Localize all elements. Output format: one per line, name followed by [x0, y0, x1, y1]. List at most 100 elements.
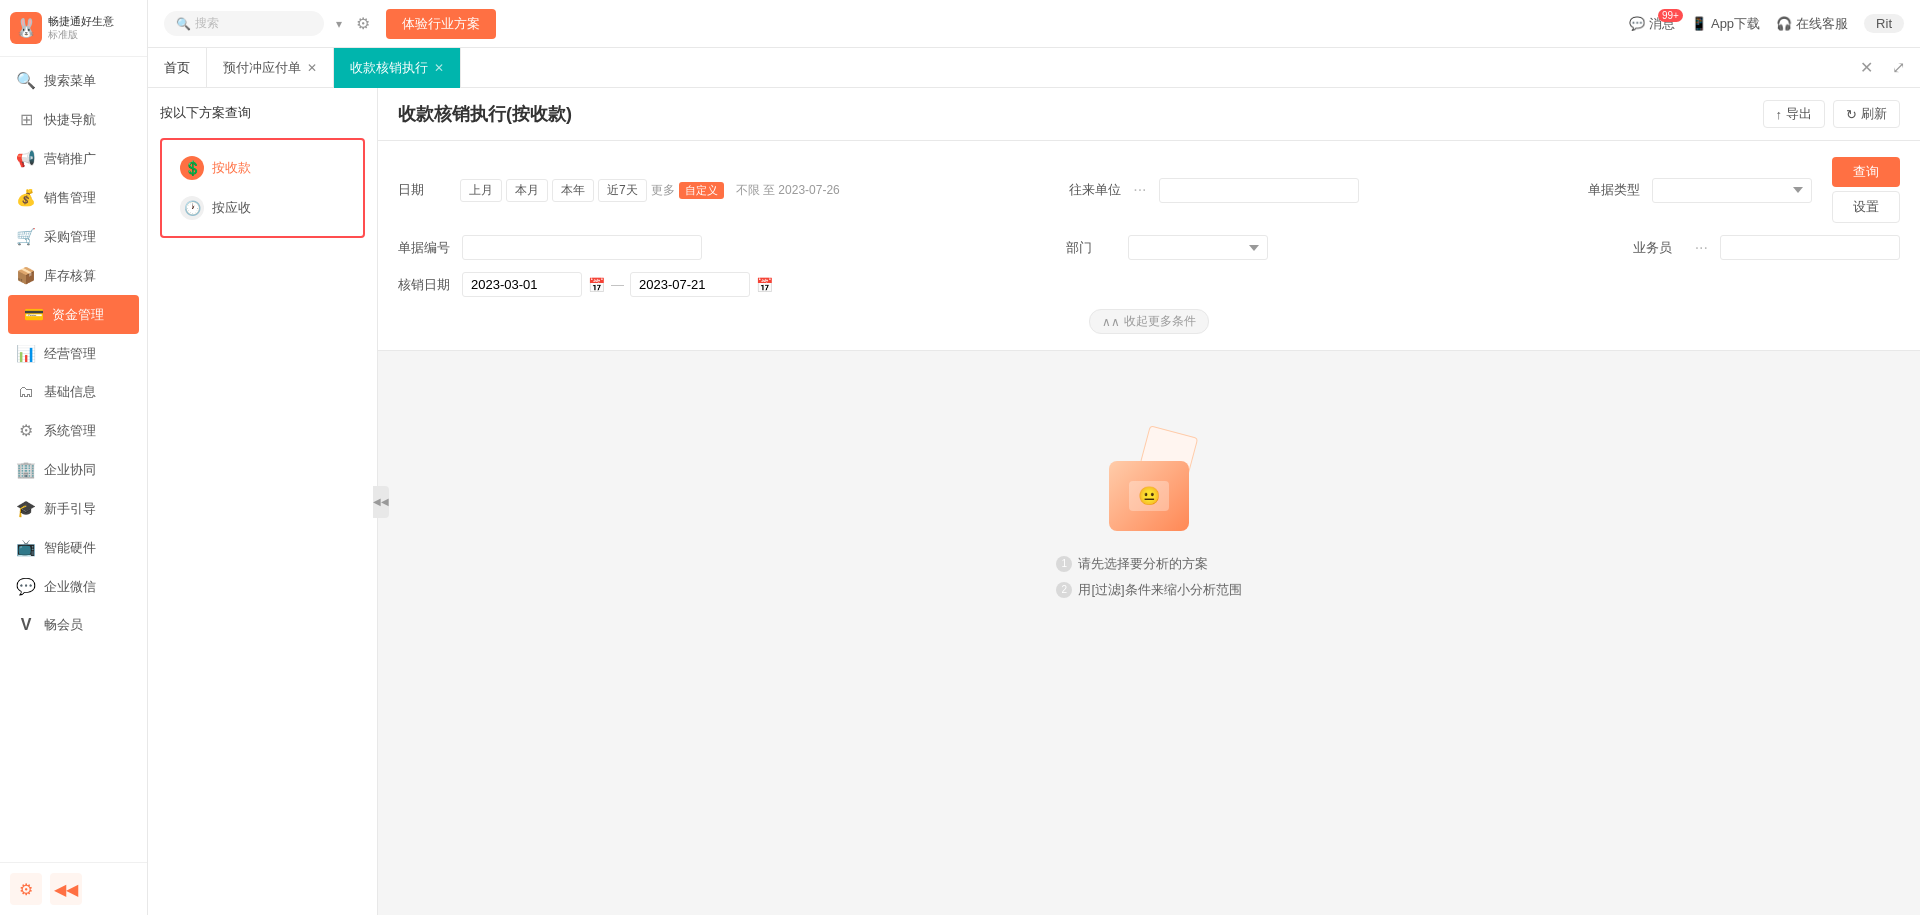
sidebar-label-finance: 资金管理	[52, 306, 104, 324]
sidebar-label-system: 系统管理	[44, 422, 96, 440]
filter-option-by-receivable[interactable]: 🕐 按应收	[170, 188, 355, 228]
refresh-button[interactable]: ↻ 刷新	[1833, 100, 1900, 128]
query-button[interactable]: 查询	[1832, 157, 1900, 187]
sidebar-label-sales: 销售管理	[44, 189, 96, 207]
nav-icon: ⊞	[16, 110, 36, 129]
main-area: 🔍 搜索 ▾ ⚙ 体验行业方案 💬 消息 99+ 📱 App下载 🎧 在线客服 …	[148, 0, 1920, 915]
date-more[interactable]: 更多	[651, 182, 675, 199]
sidebar-label-search: 搜索菜单	[44, 72, 96, 90]
topbar-dropdown-arrow[interactable]: ▾	[336, 17, 342, 31]
calendar-from-icon[interactable]: 📅	[588, 277, 605, 293]
sidebar-item-marketing[interactable]: 📢 营销推广	[0, 139, 147, 178]
refresh-label: 刷新	[1861, 105, 1887, 123]
sidebar-item-enterprise[interactable]: 🏢 企业协同	[0, 450, 147, 489]
message-btn[interactable]: 💬 消息 99+	[1629, 15, 1675, 33]
set-button[interactable]: 设置	[1832, 191, 1900, 223]
date-custom-badge[interactable]: 自定义	[679, 182, 724, 199]
sidebar-label-marketing: 营销推广	[44, 150, 96, 168]
calendar-to-icon[interactable]: 📅	[756, 277, 773, 293]
date-last-7[interactable]: 近7天	[598, 179, 647, 202]
sidebar-item-hardware[interactable]: 📺 智能硬件	[0, 528, 147, 567]
doc-no-input[interactable]	[462, 235, 702, 260]
sidebar-item-basic[interactable]: 🗂 基础信息	[0, 373, 147, 411]
staff-label: 业务员	[1633, 239, 1683, 257]
partner-dotdot: ···	[1133, 181, 1146, 199]
refresh-icon: ↻	[1846, 107, 1857, 122]
filter-panel-border: 💲 按收款 🕐 按应收	[160, 138, 365, 238]
sidebar-item-system[interactable]: ⚙ 系统管理	[0, 411, 147, 450]
tab-prepay-close[interactable]: ✕	[307, 61, 317, 75]
member-icon: V	[16, 616, 36, 634]
filter-collapse-btn[interactable]: ◀◀	[373, 486, 389, 518]
user-menu[interactable]: Rit	[1864, 14, 1904, 33]
collapse-button[interactable]: ∧∧ 收起更多条件	[1089, 309, 1209, 334]
tab-prepay[interactable]: 预付冲应付单 ✕	[207, 48, 334, 88]
empty-hint-1: 1 请先选择要分析的方案	[1056, 551, 1241, 577]
search-icon: 🔍	[16, 71, 36, 90]
sidebar-item-nav[interactable]: ⊞ 快捷导航	[0, 100, 147, 139]
date-buttons: 上月 本月 本年 近7天 更多 自定义	[460, 179, 724, 202]
empty-hint-text-1: 请先选择要分析的方案	[1078, 551, 1208, 577]
online-service-btn[interactable]: 🎧 在线客服	[1776, 15, 1848, 33]
solution-button[interactable]: 体验行业方案	[386, 9, 496, 39]
sidebar-menu: 🔍 搜索菜单 ⊞ 快捷导航 📢 营销推广 💰 销售管理 🛒 采购管理 📦 库存核…	[0, 57, 147, 862]
date-last-month[interactable]: 上月	[460, 179, 502, 202]
receipt-icon: 💲	[180, 156, 204, 180]
tab-home[interactable]: 首页	[148, 48, 207, 88]
app-download-btn[interactable]: 📱 App下载	[1691, 15, 1760, 33]
sidebar-item-guide[interactable]: 🎓 新手引导	[0, 489, 147, 528]
verify-date-from[interactable]	[462, 272, 582, 297]
date-this-month[interactable]: 本月	[506, 179, 548, 202]
date-this-year[interactable]: 本年	[552, 179, 594, 202]
export-button[interactable]: ↑ 导出	[1763, 100, 1826, 128]
sidebar-item-search[interactable]: 🔍 搜索菜单	[0, 61, 147, 100]
sidebar-item-member[interactable]: V 畅会员	[0, 606, 147, 644]
sidebar-item-sales[interactable]: 💰 销售管理	[0, 178, 147, 217]
app-sub: 标准版	[48, 28, 114, 42]
dept-label: 部门	[1066, 239, 1116, 257]
sidebar-label-basic: 基础信息	[44, 383, 96, 401]
topbar-search-box[interactable]: 🔍 搜索	[164, 11, 324, 36]
sidebar-item-finance[interactable]: 💳 资金管理	[8, 295, 139, 334]
partner-input[interactable]	[1159, 178, 1359, 203]
settings-bottom-btn[interactable]: ⚙	[10, 873, 42, 905]
date-separator: —	[611, 277, 624, 292]
topbar: 🔍 搜索 ▾ ⚙ 体验行业方案 💬 消息 99+ 📱 App下载 🎧 在线客服 …	[148, 0, 1920, 48]
sidebar-item-inventory[interactable]: 📦 库存核算	[0, 256, 147, 295]
topbar-search-placeholder: 搜索	[195, 15, 219, 32]
verify-date-range: 📅 — 📅	[462, 272, 773, 297]
sidebar-item-purchase[interactable]: 🛒 采购管理	[0, 217, 147, 256]
dept-select[interactable]	[1128, 235, 1268, 260]
collapse-sidebar-btn[interactable]: ◀◀	[50, 873, 82, 905]
sidebar-label-wechat: 企业微信	[44, 578, 96, 596]
sidebar-label-operation: 经营管理	[44, 345, 96, 363]
page-header-actions: ↑ 导出 ↻ 刷新	[1763, 100, 1901, 140]
partner-label: 往来单位	[1069, 181, 1121, 199]
tab-collect-close[interactable]: ✕	[434, 61, 444, 75]
verify-date-to[interactable]	[630, 272, 750, 297]
collapse-row: ∧∧ 收起更多条件	[398, 309, 1900, 334]
tab-home-label: 首页	[164, 59, 190, 77]
staff-input[interactable]	[1720, 235, 1900, 260]
sidebar-item-wechat[interactable]: 💬 企业微信	[0, 567, 147, 606]
main-panel: 收款核销执行(按收款) ↑ 导出 ↻ 刷新 日期	[378, 88, 1920, 915]
receivable-icon: 🕐	[180, 196, 204, 220]
tab-collect-label: 收款核销执行	[350, 59, 428, 77]
content-area: 按以下方案查询 💲 按收款 🕐 按应收 ◀◀ 收款核销执行(按收款)	[148, 88, 1920, 915]
wechat-icon: 💬	[16, 577, 36, 596]
topbar-right: 💬 消息 99+ 📱 App下载 🎧 在线客服 Rit	[1629, 14, 1904, 33]
sidebar-label-hardware: 智能硬件	[44, 539, 96, 557]
doc-type-select[interactable]	[1652, 178, 1812, 203]
topbar-gear-icon[interactable]: ⚙	[356, 14, 370, 33]
tab-collect[interactable]: 收款核销执行 ✕	[334, 48, 461, 88]
page-title: 收款核销执行(按收款)	[398, 102, 572, 138]
filter-option-by-receipt[interactable]: 💲 按收款	[170, 148, 355, 188]
tab-close-all-btn[interactable]: ✕	[1852, 54, 1880, 82]
logo-icon: 🐰	[10, 12, 42, 44]
service-label: 在线客服	[1796, 15, 1848, 33]
hardware-icon: 📺	[16, 538, 36, 557]
sidebar-item-operation[interactable]: 📊 经营管理	[0, 334, 147, 373]
date-no-limit: 不限 至 2023-07-26	[736, 182, 840, 199]
tab-fullscreen-btn[interactable]: ⤢	[1884, 54, 1912, 82]
tab-actions: ✕ ⤢	[1844, 54, 1920, 82]
